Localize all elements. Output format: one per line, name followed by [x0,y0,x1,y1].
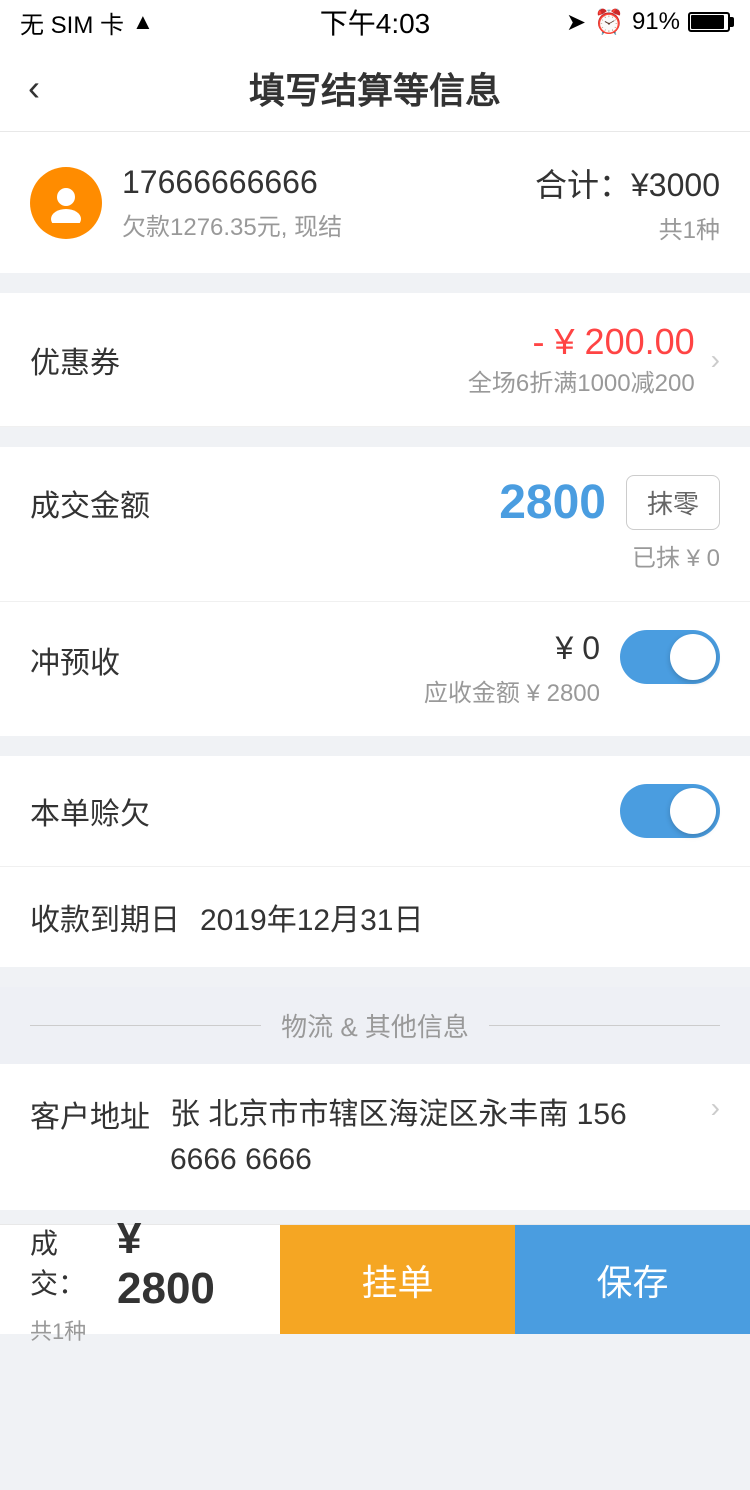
debt-toggle-knob [670,788,716,834]
round-button[interactable]: 抹零 [626,475,720,530]
due-date-section: 收款到期日 2019年12月31日 [0,866,750,967]
status-left: 无 SIM 卡 ▲ [20,5,154,40]
coupon-right: - ¥ 200.00 全场6折满1000减200 › [468,321,720,398]
wifi-icon: ▲ [132,9,154,35]
prepay-sub: 应收金额 ¥ 2800 [424,673,600,708]
prepay-row: 冲预收 ¥ 0 应收金额 ¥ 2800 [30,630,720,708]
footer-amount: ¥ 2800 [117,1214,250,1314]
back-button[interactable]: ‹ [28,67,40,109]
card-left: 17666666666 欠款1276.35元, 现结 [30,164,342,242]
battery-indicator [688,12,730,32]
card-right: 合计：¥3000 共1种 [535,160,720,245]
section-header: 物流 & 其他信息 [0,987,750,1064]
user-sub: 欠款1276.35元, 现结 [122,207,342,242]
coupon-sub: 全场6折满1000减200 [468,363,695,398]
save-button[interactable]: 保存 [515,1225,750,1334]
coupon-chevron-icon: › [711,344,720,376]
user-phone: 17666666666 [122,164,342,201]
divider-3 [0,736,750,756]
address-label: 客户地址 [30,1092,150,1136]
amount-right: 2800 抹零 [499,475,720,530]
debt-toggle[interactable] [620,784,720,838]
divider-1 [0,273,750,293]
coupon-value: - ¥ 200.00 [468,321,695,363]
page-title: 填写结算等信息 [249,62,501,114]
prepay-toggle[interactable] [620,630,720,684]
deal-amount-number: 2800 [499,475,606,530]
header-line-left [30,1025,261,1026]
prepay-section: 冲预收 ¥ 0 应收金额 ¥ 2800 [0,602,750,736]
prepay-amount: ¥ 0 [424,630,600,667]
hold-button[interactable]: 挂单 [280,1225,515,1334]
user-info: 17666666666 欠款1276.35元, 现结 [122,164,342,242]
due-value: 2019年12月31日 [200,895,423,939]
location-icon: ➤ [566,8,586,37]
deal-amount-sub: 已抹 ¥ 0 [30,538,720,573]
coupon-label: 优惠券 [30,338,120,382]
status-right: ➤ ⏰ 91% [566,8,730,37]
footer: 成交： ¥ 2800 共1种 挂单 保存 [0,1224,750,1334]
carrier-text: 无 SIM 卡 [20,5,124,40]
divider-2 [0,427,750,447]
divider-4 [0,967,750,987]
status-time: 下午4:03 [320,2,431,42]
amount-row: 成交金额 2800 抹零 [30,475,720,530]
footer-info: 成交： ¥ 2800 共1种 [0,1214,280,1346]
debt-label: 本单赊欠 [30,789,150,833]
address-chevron-icon: › [711,1092,720,1124]
debt-section: 本单赊欠 [0,756,750,866]
prepay-values: ¥ 0 应收金额 ¥ 2800 [424,630,600,708]
deal-amount-section: 成交金额 2800 抹零 已抹 ¥ 0 [0,447,750,602]
deal-amount-label: 成交金额 [30,481,150,525]
section-header-text: 物流 & 其他信息 [281,1007,469,1044]
battery-percent: 91% [632,8,680,36]
footer-deal-label: 成交： [30,1222,113,1302]
header-line-right [489,1025,720,1026]
prepay-right: ¥ 0 应收金额 ¥ 2800 [424,630,720,708]
total-sub: 共1种 [535,210,720,245]
address-value: 张 北京市市辖区海淀区永丰南 156 6666 6666 [170,1092,701,1182]
address-section[interactable]: 客户地址 张 北京市市辖区海淀区永丰南 156 6666 6666 › [0,1064,750,1210]
due-label: 收款到期日 [30,895,180,939]
coupon-row[interactable]: 优惠券 - ¥ 200.00 全场6折满1000减200 › [0,293,750,427]
nav-bar: ‹ 填写结算等信息 [0,44,750,132]
alarm-icon: ⏰ [594,8,624,37]
prepay-label: 冲预收 [30,630,120,682]
total-amount: 合计：¥3000 [535,160,720,206]
avatar [30,167,102,239]
status-bar: 无 SIM 卡 ▲ 下午4:03 ➤ ⏰ 91% [0,0,750,44]
due-row: 收款到期日 2019年12月31日 [30,895,720,939]
toggle-knob [670,634,716,680]
customer-card: 17666666666 欠款1276.35元, 现结 合计：¥3000 共1种 [0,132,750,273]
